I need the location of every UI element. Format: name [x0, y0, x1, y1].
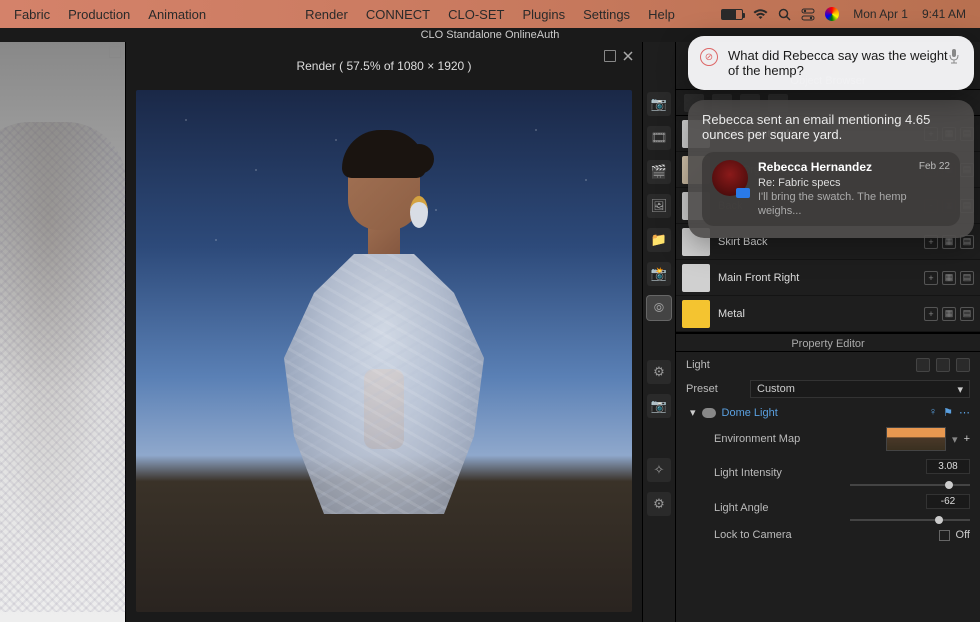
light-angle-value[interactable]: -62 — [926, 494, 970, 509]
microphone-icon[interactable] — [946, 48, 962, 64]
menu-plugins[interactable]: Plugins — [522, 7, 565, 22]
object-name: Metal — [718, 308, 916, 320]
search-icon[interactable] — [778, 8, 791, 21]
control-center-icon[interactable] — [801, 8, 815, 21]
menu-help[interactable]: Help — [648, 7, 675, 22]
save-icon[interactable] — [936, 358, 950, 372]
menubar-app-menus: Fabric Production Animation — [14, 7, 206, 22]
email-preview: I'll bring the swatch. The hemp weighs..… — [758, 190, 950, 219]
link-icon[interactable]: ⋯ — [959, 406, 970, 419]
render-title: Render ( 57.5% of 1080 × 1920 ) — [296, 59, 471, 73]
wifi-icon[interactable] — [753, 9, 768, 20]
siri-email-result[interactable]: Rebecca Hernandez Feb 22 Re: Fabric specs… — [702, 152, 960, 226]
lock-camera-value: Off — [956, 529, 970, 541]
light-intensity-slider[interactable] — [850, 484, 970, 486]
siri-icon[interactable] — [825, 7, 839, 21]
menu-production[interactable]: Production — [68, 7, 130, 22]
more-icon[interactable]: ▤ — [960, 307, 974, 321]
env-map-add-icon[interactable]: + — [964, 433, 970, 445]
close-icon[interactable] — [622, 50, 634, 62]
render-panel: Render ( 57.5% of 1080 × 1920 ) — [126, 42, 642, 622]
cloud-icon — [702, 408, 716, 418]
menubar-center-menus: Render CONNECT CLO-SET Plugins Settings … — [305, 7, 675, 22]
lightbulb-icon[interactable]: ♀ — [929, 406, 937, 419]
battery-icon[interactable] — [721, 9, 743, 20]
tool-camera-icon[interactable]: 📷 — [647, 92, 671, 116]
open-icon[interactable] — [916, 358, 930, 372]
wireframe-3d-panel[interactable] — [0, 42, 126, 622]
menu-animation[interactable]: Animation — [148, 7, 206, 22]
lock-camera-checkbox[interactable] — [939, 530, 950, 541]
menu-connect[interactable]: CONNECT — [366, 7, 430, 22]
siri-response-card: Rebecca sent an email mentioning 4.65 ou… — [688, 100, 974, 238]
mac-menubar: Fabric Production Animation Render CONNE… — [0, 0, 980, 28]
add-icon[interactable]: + — [924, 307, 938, 321]
tool-film-icon[interactable]: 🎞 — [647, 126, 671, 150]
object-name: Main Front Right — [718, 272, 916, 284]
reset-icon[interactable] — [956, 358, 970, 372]
menubar-date[interactable]: Mon Apr 1 — [853, 7, 908, 21]
tool-clapper-icon[interactable]: 🎬 — [647, 160, 671, 184]
preset-value: Custom — [757, 383, 795, 395]
tool-capture-icon[interactable]: ⦾ — [647, 296, 671, 320]
light-angle-label: Light Angle — [686, 502, 806, 514]
tool-camera2-icon[interactable]: 📷 — [647, 394, 671, 418]
tool-wand-icon[interactable]: ✧ — [647, 458, 671, 482]
dome-light-label: Dome Light — [722, 407, 778, 419]
object-row[interactable]: Main Front Right + ▦ ▤ — [676, 260, 980, 296]
grid-icon[interactable]: ▦ — [942, 307, 956, 321]
menu-closet[interactable]: CLO-SET — [448, 7, 504, 22]
menubar-status: Mon Apr 1 9:41 AM — [721, 7, 966, 21]
rendered-avatar — [224, 138, 544, 612]
menu-render[interactable]: Render — [305, 7, 348, 22]
tool-settings-icon[interactable]: ⚙ — [647, 492, 671, 516]
env-map-edit-icon[interactable]: ▾ — [952, 433, 958, 446]
env-map-label: Environment Map — [686, 433, 806, 445]
avatar-wireframe[interactable] — [0, 122, 126, 612]
dome-light-row[interactable]: ▾ Dome Light ♀ ⚑ ⋯ — [686, 406, 970, 419]
panel-popout-icon[interactable] — [109, 46, 121, 58]
siri-question-text: What did Rebecca say was the weight of t… — [728, 48, 960, 78]
menu-fabric[interactable]: Fabric — [14, 7, 50, 22]
tool-image-icon[interactable]: 🖼 — [647, 194, 671, 218]
render-viewport[interactable] — [136, 90, 632, 612]
chevron-down-icon: ▾ — [957, 383, 963, 396]
more-icon[interactable]: ▤ — [960, 271, 974, 285]
tool-folder-icon[interactable]: 📁 — [647, 228, 671, 252]
property-editor-title: Property Editor — [676, 332, 980, 352]
object-thumbnail — [682, 264, 710, 292]
tool-snapshot-icon[interactable]: 📸 — [647, 262, 671, 286]
light-angle-slider[interactable] — [850, 519, 970, 521]
light-intensity-label: Light Intensity — [686, 467, 806, 479]
env-map-thumbnail[interactable] — [886, 427, 946, 451]
add-icon[interactable]: + — [924, 271, 938, 285]
flag-icon[interactable]: ⚑ — [943, 406, 953, 419]
preset-dropdown[interactable]: Custom ▾ — [750, 380, 970, 398]
menu-settings[interactable]: Settings — [583, 7, 630, 22]
light-label: Light — [686, 359, 742, 371]
disclosure-triangle-icon[interactable]: ▾ — [690, 406, 696, 419]
menubar-time[interactable]: 9:41 AM — [922, 7, 966, 21]
email-date: Feb 22 — [919, 160, 950, 173]
render-popout-icon[interactable] — [604, 50, 616, 62]
earring — [410, 196, 428, 228]
tool-gear-icon[interactable]: ⚙ — [647, 360, 671, 384]
property-editor-body: Light Preset Custom ▾ ▾ Dome Light — [676, 352, 980, 547]
siri-answer-text: Rebecca sent an email mentioning 4.65 ou… — [702, 112, 960, 142]
light-intensity-value[interactable]: 3.08 — [926, 459, 970, 474]
preset-label: Preset — [686, 383, 742, 395]
object-row[interactable]: Metal + ▦ ▤ — [676, 296, 980, 332]
avatar — [712, 160, 748, 196]
lock-camera-label: Lock to Camera — [686, 529, 806, 541]
email-sender: Rebecca Hernandez — [758, 160, 872, 174]
render-tool-strip: 📷 🎞 🎬 🖼 📁 📸 ⦾ ⚙ 📷 ✧ ⚙ — [642, 42, 676, 622]
grid-icon[interactable]: ▦ — [942, 271, 956, 285]
siri-query-card: ⊘ What did Rebecca say was the weight of… — [688, 36, 974, 90]
render-header: Render ( 57.5% of 1080 × 1920 ) — [126, 42, 642, 90]
object-thumbnail — [682, 300, 710, 328]
siri-prohibit-icon: ⊘ — [700, 48, 718, 66]
email-subject: Re: Fabric specs — [758, 176, 950, 190]
